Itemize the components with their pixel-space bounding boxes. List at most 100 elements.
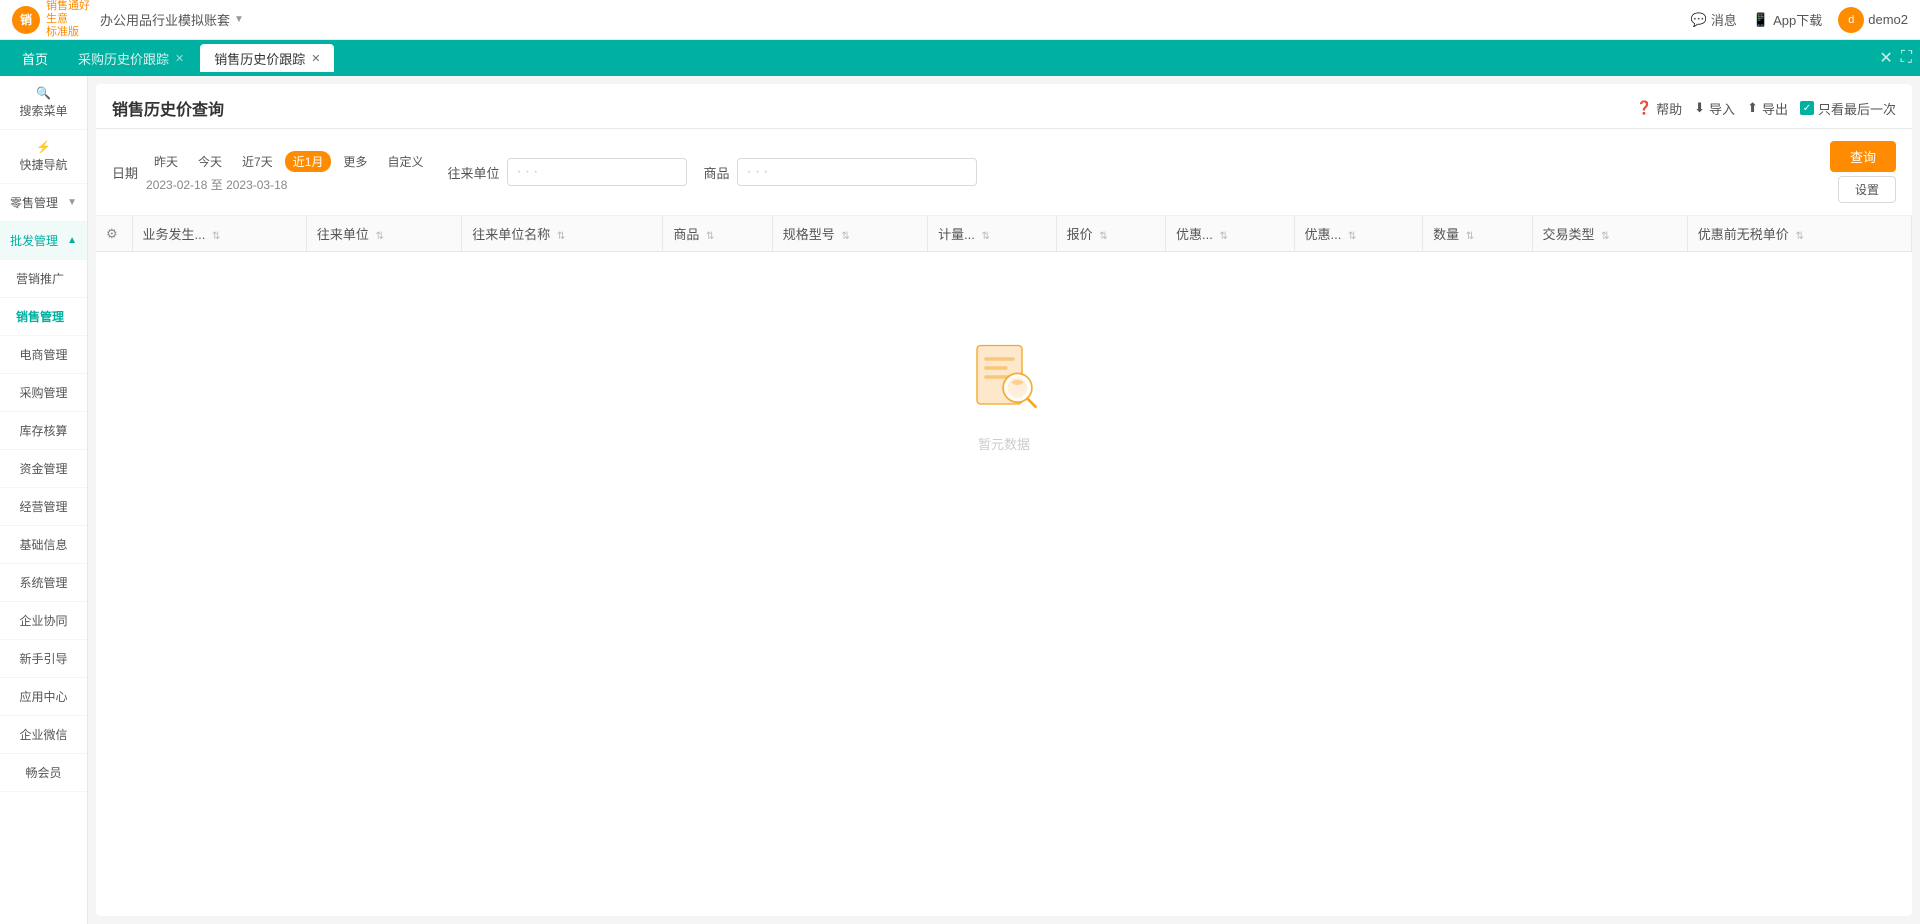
- sort-arrows-pretax-price: ⇅: [1795, 231, 1803, 242]
- tab-close-sales[interactable]: ✕: [311, 52, 320, 65]
- th-biz-date[interactable]: 业务发生... ⇅: [132, 216, 306, 252]
- sidebar-item-retail-mgmt[interactable]: 零售管理 ▼: [0, 184, 87, 222]
- user-profile[interactable]: d demo2: [1838, 7, 1908, 33]
- chevron-down-icon: ▼: [234, 14, 244, 25]
- th-quote[interactable]: 报价 ⇅: [1056, 216, 1165, 252]
- date-btn-today[interactable]: 今天: [190, 151, 230, 172]
- page-header: 销售历史价查询 ❓ 帮助 ⬇ 导入 ⬆ 导出 ✓: [96, 84, 1912, 129]
- th-discount1[interactable]: 优惠... ⇅: [1166, 216, 1295, 252]
- th-discount2[interactable]: 优惠... ⇅: [1294, 216, 1423, 252]
- table-container: ⚙ 业务发生... ⇅ 往来单位 ⇅ 往来单位名称: [96, 216, 1912, 916]
- message-button[interactable]: 💬 消息: [1691, 10, 1737, 29]
- date-filter-group: 日期 昨天 今天 近7天 近1月 更多 自定义 2023-02-18 至 202…: [112, 151, 431, 193]
- import-icon: ⬇: [1694, 100, 1705, 116]
- logo-text: 销售通好生意 标准版: [46, 0, 92, 39]
- query-button[interactable]: 查询: [1830, 141, 1896, 172]
- setting-button[interactable]: 设置: [1838, 176, 1896, 203]
- export-button[interactable]: ⬆ 导出: [1747, 99, 1788, 118]
- filter-right-actions: 查询 设置: [1830, 141, 1896, 203]
- sidebar-item-marketing[interactable]: 营销推广: [0, 260, 87, 298]
- sidebar-item-wholesale-mgmt[interactable]: 批发管理 ▲: [0, 222, 87, 260]
- search-icon: 🔍: [36, 86, 51, 100]
- chevron-up-icon: ▲: [67, 235, 77, 246]
- nav-icon: ⚡: [36, 140, 51, 154]
- export-icon: ⬆: [1747, 100, 1758, 116]
- message-icon: 💬: [1691, 12, 1707, 28]
- sidebar-item-sys-mgmt[interactable]: 系统管理: [0, 564, 87, 602]
- tab-close-purchase[interactable]: ✕: [175, 52, 184, 65]
- date-btn-more[interactable]: 更多: [335, 151, 375, 172]
- partner-input[interactable]: ···: [507, 158, 687, 186]
- import-button[interactable]: ⬇ 导入: [1694, 99, 1735, 118]
- sidebar-item-ecom-mgmt[interactable]: 电商管理: [0, 336, 87, 374]
- product-dots: ···: [746, 163, 771, 181]
- sort-arrows-spec: ⇅: [841, 231, 849, 242]
- sidebar-item-purchase-mgmt[interactable]: 采购管理: [0, 374, 87, 412]
- empty-state: 暂元数据: [96, 252, 1912, 533]
- th-quantity[interactable]: 数量 ⇅: [1423, 216, 1532, 252]
- date-btn-custom[interactable]: 自定义: [379, 151, 431, 172]
- sidebar-item-enterprise[interactable]: 企业协同: [0, 602, 87, 640]
- sidebar-item-basic-info[interactable]: 基础信息: [0, 526, 87, 564]
- th-partner-name[interactable]: 往来单位名称 ⇅: [462, 216, 663, 252]
- th-spec[interactable]: 规格型号 ⇅: [772, 216, 927, 252]
- sort-arrows-biz-date: ⇅: [212, 231, 220, 242]
- sidebar-item-sales-mgmt[interactable]: 销售管理: [0, 298, 87, 336]
- empty-text: 暂元数据: [978, 434, 1030, 453]
- sidebar-item-inventory[interactable]: 库存核算: [0, 412, 87, 450]
- sidebar-item-app-center[interactable]: 应用中心: [0, 678, 87, 716]
- sort-arrows-partner-code: ⇅: [376, 231, 384, 242]
- tab-actions: ✕ ⛶: [1879, 48, 1912, 68]
- sidebar-item-search-menu[interactable]: 🔍 搜索菜单: [0, 76, 87, 130]
- partner-filter-group: 往来单位 ···: [447, 158, 687, 186]
- maximize-icon[interactable]: ⛶: [1901, 49, 1912, 67]
- product-input[interactable]: ···: [737, 158, 977, 186]
- th-product[interactable]: 商品 ⇅: [663, 216, 772, 252]
- sort-arrows-discount2: ⇅: [1348, 231, 1356, 242]
- gear-settings-icon[interactable]: ⚙: [106, 226, 118, 241]
- page-container: 销售历史价查询 ❓ 帮助 ⬇ 导入 ⬆ 导出 ✓: [96, 84, 1912, 916]
- th-trade-type[interactable]: 交易类型 ⇅: [1532, 216, 1687, 252]
- sidebar-item-new-guide[interactable]: 新手引导: [0, 640, 87, 678]
- sidebar-item-finance[interactable]: 资金管理: [0, 450, 87, 488]
- top-bar: 销 销售通好生意 标准版 办公用品行业模拟账套 ▼ 💬 消息 📱 App下载 d…: [0, 0, 1920, 40]
- tab-sales-history[interactable]: 销售历史价跟踪 ✕: [200, 44, 334, 72]
- sidebar: 🔍 搜索菜单 ⚡ 快捷导航 零售管理 ▼ 批发管理 ▲ 营销推广 销售管理 电商…: [0, 76, 88, 924]
- page-actions: ❓ 帮助 ⬇ 导入 ⬆ 导出 ✓ 只看最后一次: [1636, 99, 1896, 118]
- top-bar-right: 💬 消息 📱 App下载 d demo2: [1691, 7, 1908, 33]
- filter-row: 日期 昨天 今天 近7天 近1月 更多 自定义 2023-02-18 至 202…: [112, 141, 1896, 203]
- date-options-col: 昨天 今天 近7天 近1月 更多 自定义 2023-02-18 至 2023-0…: [146, 151, 431, 193]
- sort-arrows-unit: ⇅: [982, 231, 990, 242]
- product-filter-group: 商品 ···: [703, 158, 977, 186]
- sort-arrows-trade-type: ⇅: [1601, 231, 1609, 242]
- sort-arrows-discount1: ⇅: [1219, 231, 1227, 242]
- date-btn-1month[interactable]: 近1月: [285, 151, 332, 172]
- th-gear: ⚙: [96, 216, 132, 252]
- data-table: ⚙ 业务发生... ⇅ 往来单位 ⇅ 往来单位名称: [96, 216, 1912, 252]
- close-tab-icon[interactable]: ✕: [1879, 48, 1892, 68]
- app-download-button[interactable]: 📱 App下载: [1753, 10, 1822, 29]
- phone-icon: 📱: [1753, 12, 1769, 28]
- help-button[interactable]: ❓ 帮助: [1636, 99, 1682, 118]
- th-unit[interactable]: 计量... ⇅: [928, 216, 1057, 252]
- workspace-selector[interactable]: 办公用品行业模拟账套 ▼: [100, 10, 244, 29]
- only-last-checkbox[interactable]: ✓ 只看最后一次: [1800, 99, 1896, 118]
- sidebar-item-quick-nav[interactable]: ⚡ 快捷导航: [0, 130, 87, 184]
- checkbox-icon: ✓: [1800, 101, 1814, 115]
- empty-illustration: [959, 332, 1049, 422]
- date-btn-7days[interactable]: 近7天: [234, 151, 281, 172]
- sidebar-item-operations[interactable]: 经营管理: [0, 488, 87, 526]
- tab-home[interactable]: 首页: [8, 44, 62, 72]
- tab-purchase-history[interactable]: 采购历史价跟踪 ✕: [64, 44, 198, 72]
- logo-area: 销 销售通好生意 标准版: [12, 0, 92, 39]
- th-partner-code[interactable]: 往来单位 ⇅: [306, 216, 461, 252]
- date-btn-yesterday[interactable]: 昨天: [146, 151, 186, 172]
- table-header-row: ⚙ 业务发生... ⇅ 往来单位 ⇅ 往来单位名称: [96, 216, 1912, 252]
- sidebar-item-member[interactable]: 畅会员: [0, 754, 87, 792]
- avatar: d: [1838, 7, 1864, 33]
- table-header: ⚙ 业务发生... ⇅ 往来单位 ⇅ 往来单位名称: [96, 216, 1912, 252]
- th-pretax-price[interactable]: 优惠前无税单价 ⇅: [1687, 216, 1911, 252]
- filter-bar: 日期 昨天 今天 近7天 近1月 更多 自定义 2023-02-18 至 202…: [96, 129, 1912, 216]
- sort-arrows-product: ⇅: [706, 231, 714, 242]
- sidebar-item-enterprise-wechat[interactable]: 企业微信: [0, 716, 87, 754]
